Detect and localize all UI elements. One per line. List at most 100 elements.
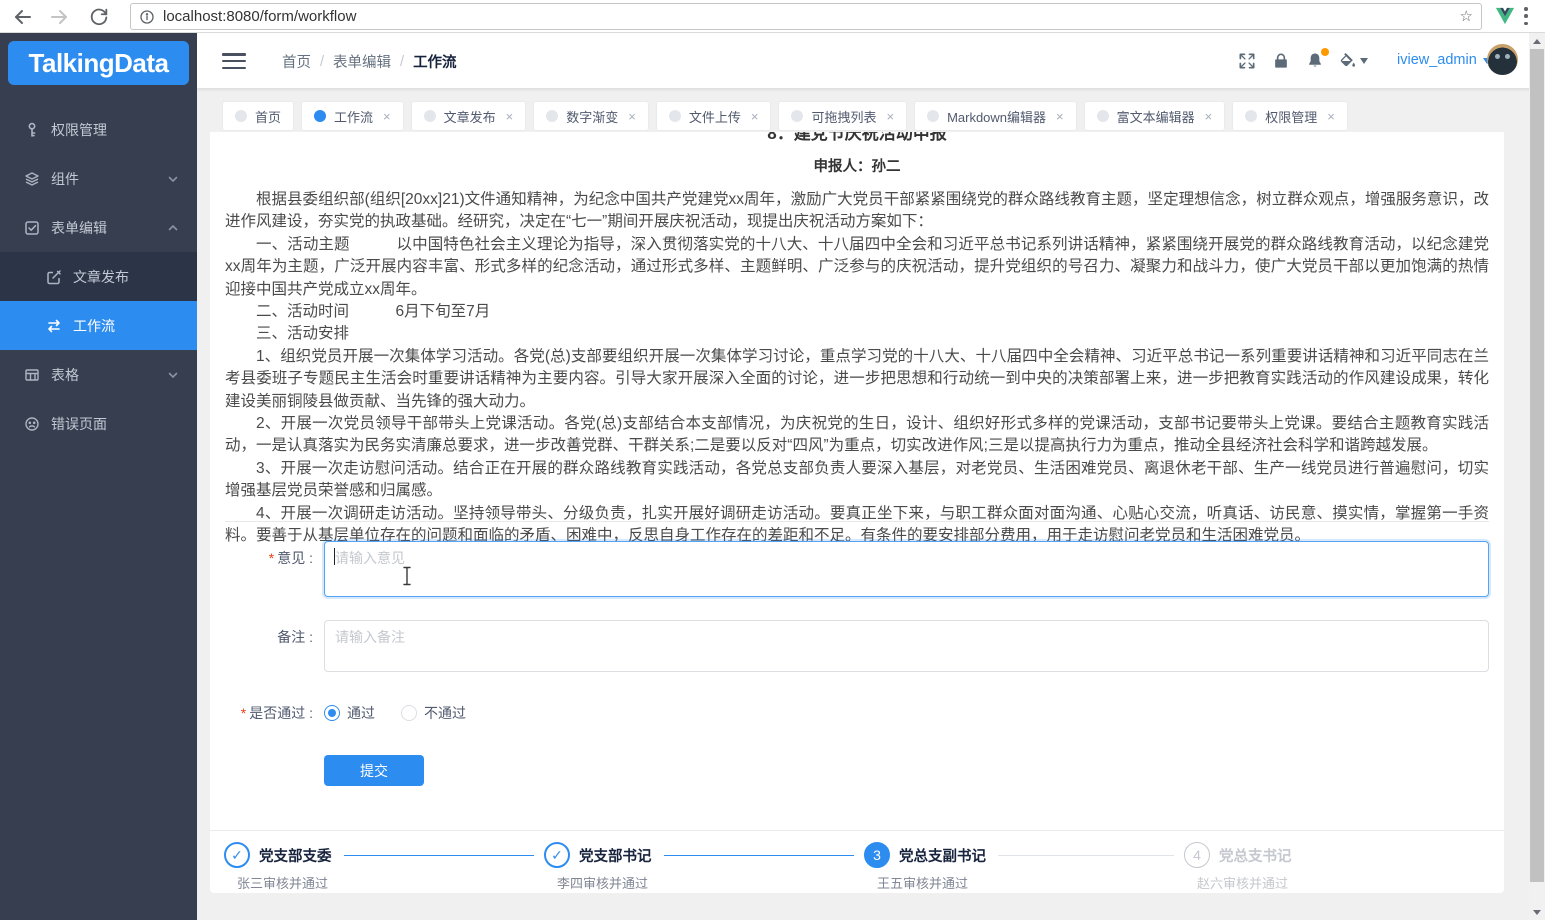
overflow-menu-icon[interactable]	[1524, 7, 1528, 25]
tab-dot	[927, 110, 940, 122]
remark-label: 备注 :	[277, 629, 313, 645]
close-icon[interactable]: ×	[751, 110, 759, 123]
step-title: 党总支书记	[1219, 848, 1292, 865]
breadcrumb: 首页 / 表单编辑 / 工作流	[282, 51, 457, 72]
radio-unselected-icon[interactable]	[401, 705, 417, 721]
scroll-down-arrow-icon[interactable]	[1529, 904, 1545, 920]
breadcrumb-home[interactable]: 首页	[282, 51, 311, 72]
sidebar-item-article-publish[interactable]: 文章发布	[0, 252, 197, 301]
url-bar[interactable]: localhost:8080/form/workflow ☆	[130, 3, 1482, 30]
chevron-up-icon	[167, 222, 179, 234]
lock-icon[interactable]	[1271, 51, 1291, 71]
tab-drag-list[interactable]: 可拖拽列表 ×	[778, 101, 908, 131]
app-logo[interactable]: TalkingData	[8, 41, 189, 85]
document-body: 8：建党节庆祝活动申报 申报人：孙二 根据县委组织部(组织[20xx]21)文件…	[210, 132, 1504, 548]
url-text[interactable]: localhost:8080/form/workflow	[163, 8, 356, 25]
sidebar-menu: 权限管理 组件 表单编辑 文章发布 工作流 表格 错误页面	[0, 105, 197, 448]
opinion-row: * 意见 :	[225, 541, 1489, 602]
sidebar-item-label: 工作流	[73, 317, 115, 334]
step-desc: 王五审核并通过	[877, 876, 969, 891]
close-icon[interactable]: ×	[383, 110, 391, 123]
tab-dot	[546, 110, 559, 122]
step-connector	[998, 854, 1174, 856]
tab-upload[interactable]: 文件上传 ×	[655, 101, 772, 131]
step-number: 4	[1184, 842, 1210, 868]
tab-label: 权限管理	[1265, 109, 1318, 125]
tab-rich-text-editor[interactable]: 富文本编辑器 ×	[1083, 101, 1226, 131]
remark-field-wrap	[324, 620, 1489, 677]
layers-icon	[24, 171, 40, 187]
tab-workflow[interactable]: 工作流 ×	[301, 101, 404, 131]
step-branch-secretary: ✓ 党支部书记 李四审核并通过	[544, 842, 864, 892]
step-number: 3	[864, 842, 890, 868]
refresh-icon[interactable]	[88, 6, 110, 28]
radio-label: 不通过	[424, 705, 466, 721]
tab-home[interactable]: 首页	[222, 101, 295, 131]
breadcrumb-workflow: 工作流	[413, 55, 457, 71]
close-icon[interactable]: ×	[1205, 110, 1213, 123]
tab-label: 首页	[255, 109, 282, 125]
tab-dot	[1096, 110, 1109, 122]
breadcrumb-separator: /	[320, 53, 325, 70]
step-general-secretary: 4 党总支书记 赵六审核并通过	[1184, 842, 1404, 892]
close-icon[interactable]: ×	[1056, 110, 1064, 123]
close-icon[interactable]: ×	[1327, 110, 1335, 123]
radio-pass[interactable]: 通过	[324, 703, 375, 723]
back-arrow-icon[interactable]	[10, 5, 34, 29]
avatar[interactable]	[1487, 44, 1518, 75]
remark-textarea[interactable]	[324, 620, 1489, 672]
opinion-textarea[interactable]	[324, 541, 1489, 597]
sidebar-item-permission[interactable]: 权限管理	[0, 105, 197, 154]
close-icon[interactable]: ×	[506, 110, 514, 123]
hamburger-menu-icon[interactable]	[222, 53, 246, 69]
pass-radio-group: 通过 不通过	[324, 703, 466, 723]
compose-icon	[46, 269, 62, 285]
checkbox-icon	[24, 220, 40, 236]
step-desc: 张三审核并通过	[237, 876, 329, 891]
bookmark-star-icon[interactable]: ☆	[1460, 9, 1473, 24]
pass-row: * 是否通过 : 通过 不通过	[225, 703, 1489, 723]
sidebar-item-error-page[interactable]: 错误页面	[0, 399, 197, 448]
info-icon[interactable]	[139, 9, 155, 25]
fullscreen-icon[interactable]	[1237, 51, 1257, 71]
radio-label: 通过	[347, 705, 375, 721]
step-title: 党支部支委	[259, 848, 332, 865]
breadcrumb-separator: /	[400, 53, 405, 70]
sidebar-item-form-edit[interactable]: 表单编辑	[0, 203, 197, 252]
theme-bucket-icon[interactable]	[1337, 51, 1357, 71]
user-menu[interactable]: iview_admin	[1397, 52, 1491, 68]
sidebar-item-table[interactable]: 表格	[0, 350, 197, 399]
radio-selected-icon[interactable]	[324, 705, 340, 721]
step-title: 党总支副书记	[899, 848, 986, 865]
table-icon	[24, 367, 40, 383]
key-icon	[24, 122, 40, 138]
sidebar-item-workflow[interactable]: 工作流	[0, 301, 197, 350]
tab-article-publish[interactable]: 文章发布 ×	[410, 101, 527, 131]
theme-caret-icon[interactable]	[1360, 58, 1368, 64]
scrollbar-thumb[interactable]	[1530, 49, 1544, 882]
paragraph: 根据县委组织部(组织[20xx]21)文件通知精神，为纪念中国共产党建党xx周年…	[225, 191, 1489, 231]
submit-button[interactable]: 提交	[324, 755, 424, 786]
sidebar-item-components[interactable]: 组件	[0, 154, 197, 203]
tab-count-to[interactable]: 数字渐变 ×	[533, 101, 649, 131]
vue-devtools-icon[interactable]	[1494, 6, 1516, 26]
radio-not-pass[interactable]: 不通过	[401, 703, 466, 723]
tab-label: 数字渐变	[566, 109, 619, 125]
chevron-down-icon	[167, 173, 179, 185]
page-scrollbar[interactable]	[1529, 33, 1545, 920]
close-icon[interactable]: ×	[886, 110, 894, 123]
notifications[interactable]	[1305, 48, 1329, 72]
sidebar-item-label: 组件	[51, 170, 79, 187]
tab-permission[interactable]: 权限管理 ×	[1232, 101, 1348, 131]
content-area: 8：建党节庆祝活动申报 申报人：孙二 根据县委组织部(组织[20xx]21)文件…	[197, 132, 1529, 920]
scroll-up-arrow-icon[interactable]	[1529, 33, 1545, 49]
notification-badge	[1321, 48, 1329, 56]
username-text: iview_admin	[1397, 52, 1477, 68]
pass-label: * 是否通过 :	[240, 705, 313, 721]
sidebar-item-label: 表单编辑	[51, 219, 107, 236]
close-icon[interactable]: ×	[628, 110, 636, 123]
step-title: 党支部书记	[579, 848, 652, 865]
tab-markdown-editor[interactable]: Markdown编辑器 ×	[914, 101, 1077, 131]
sidebar-item-label: 文章发布	[73, 268, 129, 285]
breadcrumb-form-edit[interactable]: 表单编辑	[333, 51, 391, 72]
